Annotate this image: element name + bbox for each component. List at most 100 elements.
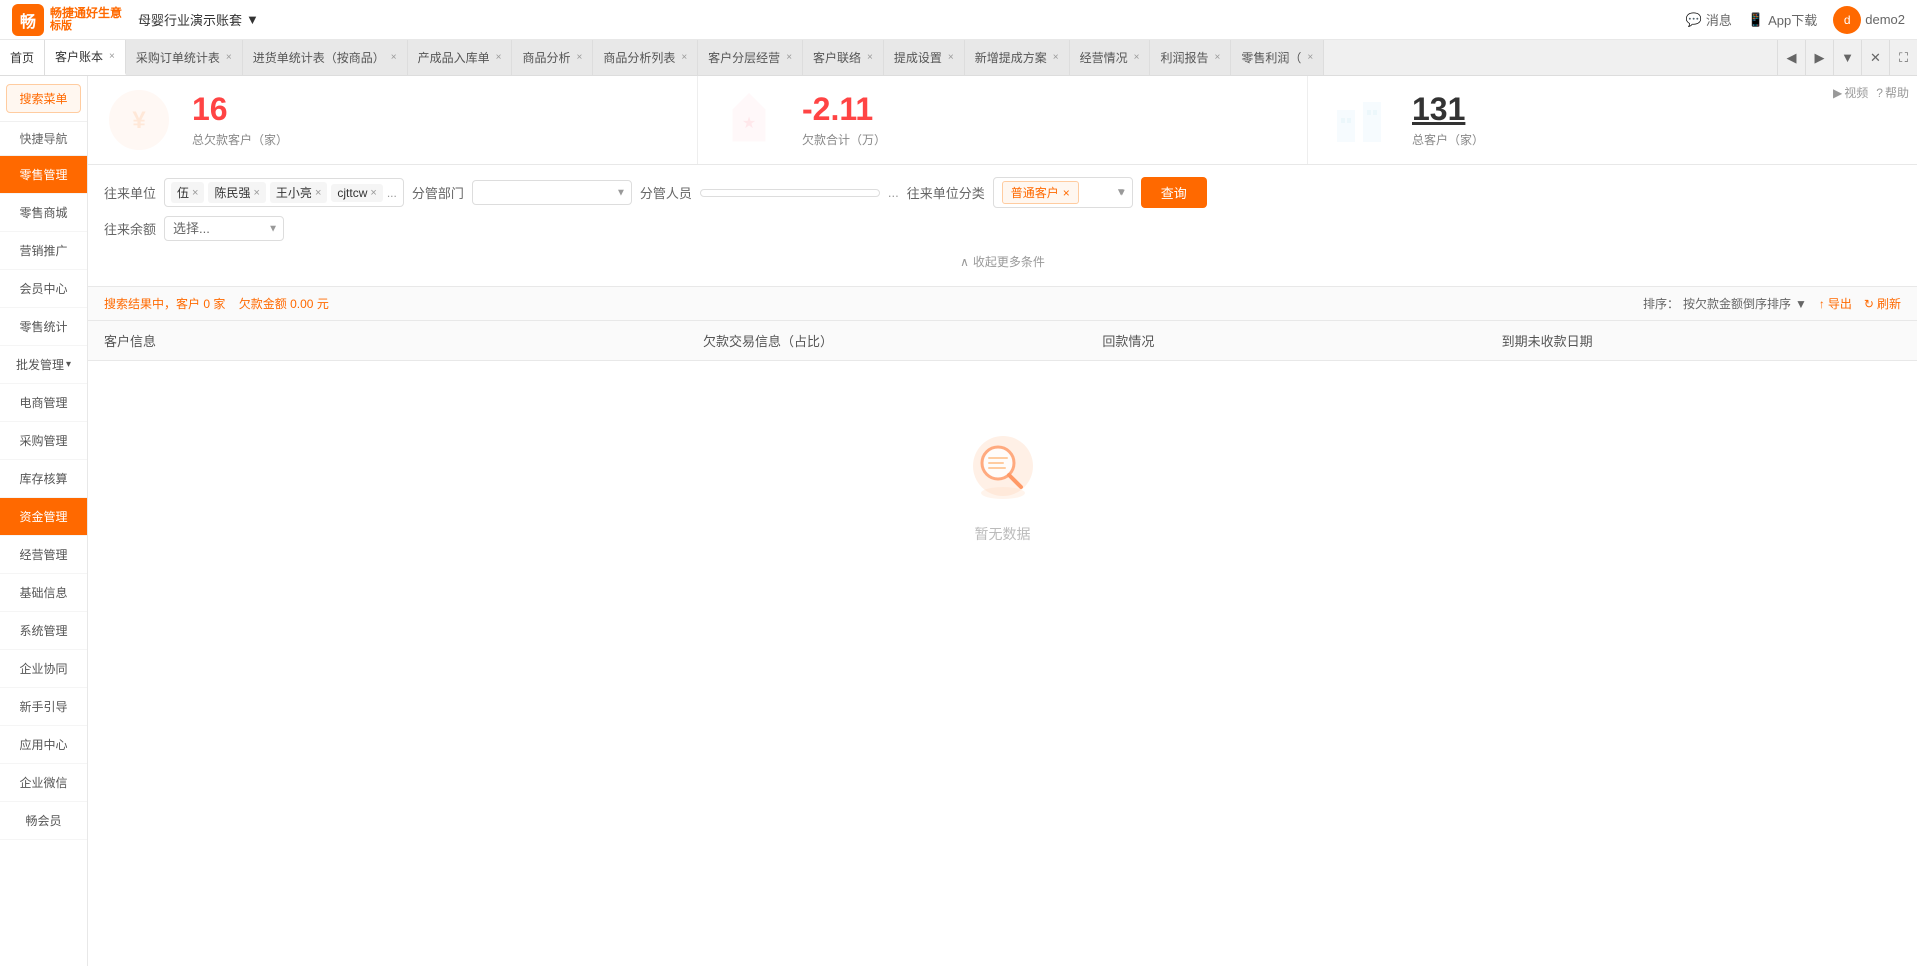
result-customer-count: 0 [203, 297, 210, 311]
stat-overdue-customers-value: 16 [192, 92, 288, 127]
app-download-button[interactable]: 📱 App下载 [1748, 10, 1817, 29]
sidebar-item-wholesale[interactable]: 批发管理 ▾ [0, 346, 87, 384]
tab-business-status-label: 经营情况 [1080, 49, 1128, 66]
sidebar-item-vip-member[interactable]: 畅会员 [0, 802, 87, 840]
query-button[interactable]: 查询 [1141, 177, 1207, 208]
sidebar-item-new-guide[interactable]: 新手引导 [0, 688, 87, 726]
unit-tag-more[interactable]: ... [387, 186, 397, 200]
tab-inbound-stats[interactable]: 进货单统计表（按商品） × [243, 40, 408, 75]
coin-icon: ¥ [104, 85, 174, 155]
chevron-down-icon: ▼ [246, 12, 259, 27]
unit-tag-chen-close[interactable]: × [253, 187, 259, 199]
tab-add-promotion[interactable]: 新增提成方案 × [965, 40, 1070, 75]
sidebar-item-finance[interactable]: 资金管理 [0, 498, 87, 536]
unit-tag-wang-close[interactable]: × [315, 187, 321, 199]
tab-home-label: 首页 [10, 49, 34, 66]
tab-promotion-settings[interactable]: 提成设置 × [884, 40, 965, 75]
tab-scroll-left[interactable]: ◀ [1777, 40, 1805, 76]
unit-tag-cjttcw: cjttcw × [331, 184, 382, 202]
help-button[interactable]: ? 帮助 [1876, 84, 1909, 101]
table-area: 客户信息 欠款交易信息（占比） 回款情况 到期未收款日期 [88, 321, 1917, 966]
dept-select[interactable] [472, 180, 632, 205]
user-avatar-area[interactable]: d demo2 [1833, 6, 1905, 34]
tab-purchase-summary[interactable]: 采购订单统计表 × [126, 40, 243, 75]
tab-retail-profit-close[interactable]: × [1307, 52, 1313, 63]
category-select-wrapper: 普通客户 × ▼ [993, 177, 1133, 208]
sidebar-item-retail[interactable]: 零售管理 [0, 156, 87, 194]
balance-select[interactable]: 选择... [164, 216, 284, 241]
sort-selector[interactable]: 排序： 按欠款金额倒序排序 ▼ [1643, 295, 1807, 312]
table-col-due-date: 到期未收款日期 [1502, 331, 1901, 350]
filter-area: 往来单位 伍 × 陈民强 × 王小亮 × cjttcw [88, 165, 1917, 287]
unit-tag-group: 伍 × 陈民强 × 王小亮 × cjttcw × ... [164, 178, 404, 207]
tab-close-all[interactable]: ✕ [1861, 40, 1889, 76]
tab-customer-tier-close[interactable]: × [786, 52, 792, 63]
tab-production-label: 产成品入库单 [418, 49, 490, 66]
message-icon: 💬 [1686, 12, 1702, 28]
tab-profit-report-close[interactable]: × [1214, 52, 1220, 63]
sort-chevron-down-icon: ▼ [1795, 297, 1807, 311]
refresh-button[interactable]: ↻ 刷新 [1864, 295, 1901, 312]
tab-production-close[interactable]: × [496, 52, 502, 63]
sidebar-item-basic-info[interactable]: 基础信息 [0, 574, 87, 612]
sidebar-quick-nav[interactable]: 快捷导航 [0, 122, 87, 156]
tab-product-analysis[interactable]: 商品分析 × [512, 40, 593, 75]
tab-profit-report[interactable]: 利润报告 × [1150, 40, 1231, 75]
export-button[interactable]: ↑ 导出 [1819, 295, 1852, 312]
tab-purchase-close[interactable]: × [226, 52, 232, 63]
tab-retail-profit[interactable]: 零售利润（ × [1231, 40, 1324, 75]
collapse-up-icon: ∧ [960, 255, 969, 269]
stat-card-overdue-customers: ¥ 16 总欠款客户（家） [88, 76, 698, 164]
tab-home[interactable]: 首页 [0, 40, 45, 75]
top-bar-left: 畅 畅捷通好生意 标版 母婴行业演示账套 ▼ [12, 4, 267, 36]
sidebar-item-enterprise[interactable]: 企业协同 [0, 650, 87, 688]
tab-customer-tier[interactable]: 客户分层经营 × [698, 40, 803, 75]
tab-customer-contact-close[interactable]: × [867, 52, 873, 63]
message-button[interactable]: 💬 消息 [1686, 10, 1732, 29]
category-select[interactable]: 普通客户 × ▼ [993, 177, 1133, 208]
sidebar-item-app-center[interactable]: 应用中心 [0, 726, 87, 764]
sidebar-item-retail-mall[interactable]: 零售商城 [0, 194, 87, 232]
question-icon: ? [1876, 86, 1883, 100]
sidebar-item-ecommerce[interactable]: 电商管理 [0, 384, 87, 422]
tab-retail-profit-label: 零售利润（ [1241, 49, 1301, 66]
sidebar-item-system[interactable]: 系统管理 [0, 612, 87, 650]
sidebar-item-member[interactable]: 会员中心 [0, 270, 87, 308]
tab-business-status[interactable]: 经营情况 × [1070, 40, 1151, 75]
chevron-right-icon: ▾ [66, 359, 71, 370]
tab-add-promotion-close[interactable]: × [1053, 52, 1059, 63]
sidebar-item-enterprise-wechat[interactable]: 企业微信 [0, 764, 87, 802]
sidebar-item-retail-stats[interactable]: 零售统计 [0, 308, 87, 346]
tab-promotion-settings-close[interactable]: × [948, 52, 954, 63]
tab-inbound-close[interactable]: × [391, 52, 397, 63]
tab-product-close[interactable]: × [576, 52, 582, 63]
tab-production-inbound[interactable]: 产成品入库单 × [408, 40, 513, 75]
tab-scroll-right[interactable]: ▶ [1805, 40, 1833, 76]
sidebar-item-marketing[interactable]: 营销推广 [0, 232, 87, 270]
sidebar-item-purchase[interactable]: 采购管理 [0, 422, 87, 460]
tab-product-analysis-list[interactable]: 商品分析列表 × [593, 40, 698, 75]
workspace-selector[interactable]: 母婴行业演示账套 ▼ [130, 6, 267, 33]
tab-accounts[interactable]: 客户账本 × [45, 40, 126, 75]
person-input-group [700, 189, 880, 197]
tab-business-status-close[interactable]: × [1134, 52, 1140, 63]
search-menu-button[interactable]: 搜索菜单 [6, 84, 81, 113]
tab-product-list-close[interactable]: × [681, 52, 687, 63]
unit-tag-wu-close[interactable]: × [192, 187, 198, 199]
video-help-button[interactable]: ▶ 视频 [1833, 84, 1868, 101]
tab-dropdown[interactable]: ▼ [1833, 40, 1861, 76]
building-icon [1324, 85, 1394, 155]
tab-customer-contact[interactable]: 客户联络 × [803, 40, 884, 75]
tab-product-label: 商品分析 [522, 49, 570, 66]
tab-fullscreen[interactable]: ⛶ [1889, 40, 1917, 76]
category-tag-close[interactable]: × [1063, 186, 1070, 200]
tab-accounts-close[interactable]: × [109, 51, 115, 62]
sidebar-item-business-mgmt[interactable]: 经营管理 [0, 536, 87, 574]
table-col-customer-info: 客户信息 [104, 331, 703, 350]
sidebar-item-inventory[interactable]: 库存核算 [0, 460, 87, 498]
stat-overdue-amount-value: -2.11 [802, 92, 886, 127]
person-dots[interactable]: ... [888, 185, 899, 200]
unit-tag-cjttcw-close[interactable]: × [370, 187, 376, 199]
collapse-button[interactable]: ∧ 收起更多条件 [104, 249, 1901, 274]
result-actions: 排序： 按欠款金额倒序排序 ▼ ↑ 导出 ↻ 刷新 [1643, 295, 1901, 312]
